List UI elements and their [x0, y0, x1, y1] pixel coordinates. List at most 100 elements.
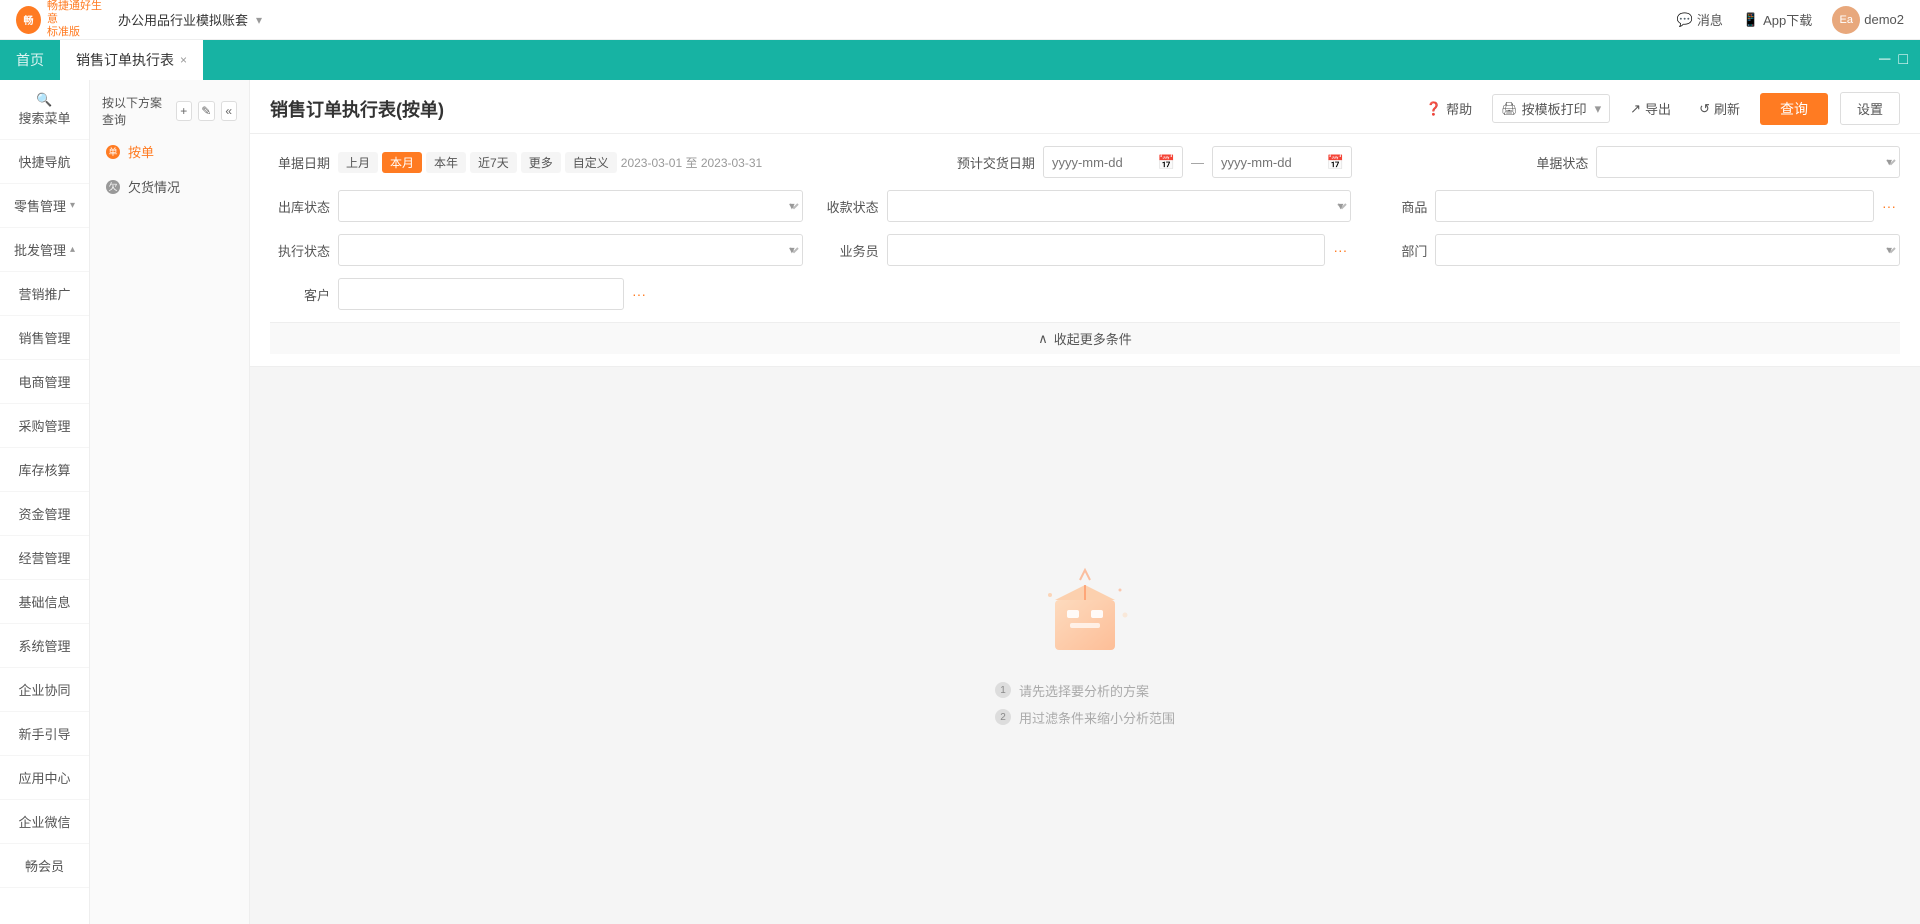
empty-tip-1: 1 请先选择要分析的方案: [995, 681, 1175, 700]
tip-num-1: 1: [995, 682, 1011, 698]
refresh-button[interactable]: ↺ 刷新: [1691, 95, 1748, 122]
search-button[interactable]: 查询: [1760, 93, 1828, 125]
tab-window-actions: ─ □: [1867, 51, 1920, 69]
filter-doc-date: 单据日期 上月 本月 本年 近7天 更多 自定义 2023-03-01 至 20…: [270, 152, 939, 173]
left-panel-header: 按以下方案查询 + ✎ «: [90, 88, 249, 134]
search-icon: 🔍: [36, 92, 52, 107]
logo-area: 畅 畅捷通好生意 标准版: [16, 0, 106, 39]
goods-control: ···: [1435, 190, 1900, 222]
collapse-panel-button[interactable]: «: [221, 101, 237, 121]
exec-status-control: [338, 234, 803, 266]
scheme-item-by-doc[interactable]: 单 按单: [90, 134, 249, 169]
date-tag-custom[interactable]: 自定义: [565, 152, 617, 173]
date-tag-cur[interactable]: 本月: [382, 152, 422, 173]
goods-ellipsis-button[interactable]: ···: [1878, 198, 1900, 214]
sidebar-item-basics[interactable]: 基础信息: [0, 580, 89, 624]
app-download-button[interactable]: 📱 App下载: [1743, 10, 1812, 29]
sidebar-item-purchase[interactable]: 采购管理: [0, 404, 89, 448]
avatar: Ea: [1832, 6, 1860, 34]
sidebar-item-retail[interactable]: 零售管理 ▾: [0, 184, 89, 228]
date-tag-more[interactable]: 更多: [521, 152, 561, 173]
inner-layout: 按以下方案查询 + ✎ « 单 按单 欠 欠货情况 销售订单执行表(按: [90, 80, 1920, 924]
add-scheme-button[interactable]: +: [176, 101, 192, 121]
filter-row-2: 出库状态 收款状态 商品: [270, 190, 1900, 222]
filter-customer: 客户 ···: [270, 278, 650, 310]
sidebar-item-member[interactable]: 畅会员: [0, 844, 89, 888]
sidebar: 🔍 搜索菜单 快捷导航 零售管理 ▾ 批发管理 ▴ 营销推广 销售管理 电商管理…: [0, 80, 90, 924]
filter-row-4: 客户 ···: [270, 278, 1900, 310]
empty-tip-2: 2 用过滤条件来缩小分析范围: [995, 708, 1175, 727]
sidebar-item-inventory[interactable]: 库存核算: [0, 448, 89, 492]
sidebar-item-collab[interactable]: 企业协同: [0, 668, 89, 712]
sidebar-item-wholesale[interactable]: 批发管理 ▴: [0, 228, 89, 272]
sidebar-item-finance[interactable]: 资金管理: [0, 492, 89, 536]
logo-icon: 畅: [16, 6, 41, 34]
sidebar-item-apps[interactable]: 应用中心: [0, 756, 89, 800]
filter-area: 单据日期 上月 本月 本年 近7天 更多 自定义 2023-03-01 至 20…: [250, 134, 1920, 367]
tip-num-2: 2: [995, 709, 1011, 725]
customer-input[interactable]: [338, 278, 624, 310]
main-layout: 🔍 搜索菜单 快捷导航 零售管理 ▾ 批发管理 ▴ 营销推广 销售管理 电商管理…: [0, 80, 1920, 924]
salesman-label: 业务员: [819, 241, 879, 260]
message-icon: 💬: [1677, 12, 1693, 28]
scheme-item-shortage[interactable]: 欠 欠货情况: [90, 169, 249, 204]
expected-date-label: 预计交货日期: [955, 153, 1035, 172]
date-tag-prev[interactable]: 上月: [338, 152, 378, 173]
filter-expected-date: 预计交货日期 📅 —: [955, 146, 1512, 178]
top-bar: 畅 畅捷通好生意 标准版 办公用品行业模拟账套 ▾ 💬 消息 📱 App下载 E…: [0, 0, 1920, 40]
collect-status-select[interactable]: [887, 190, 1352, 222]
user-menu-button[interactable]: Ea demo2: [1832, 6, 1904, 34]
top-right-actions: 💬 消息 📱 App下载 Ea demo2: [1677, 6, 1904, 34]
calendar-from-icon[interactable]: 📅: [1158, 154, 1175, 171]
date-tag-7days[interactable]: 近7天: [470, 152, 517, 173]
out-status-select[interactable]: [338, 190, 803, 222]
edit-scheme-button[interactable]: ✎: [198, 101, 214, 121]
exec-status-select[interactable]: [338, 234, 803, 266]
goods-input[interactable]: [1435, 190, 1874, 222]
salesman-ellipsis-button[interactable]: ···: [1329, 242, 1351, 258]
date-tag-year[interactable]: 本年: [426, 152, 466, 173]
sidebar-item-wechat[interactable]: 企业微信: [0, 800, 89, 844]
collect-status-control: [887, 190, 1352, 222]
setting-button[interactable]: 设置: [1840, 92, 1900, 125]
salesman-input[interactable]: [887, 234, 1326, 266]
salesman-control: ···: [887, 234, 1352, 266]
export-button[interactable]: ↗ 导出: [1622, 95, 1679, 122]
chevron-down-icon: ▾: [70, 200, 75, 211]
customer-ellipsis-button[interactable]: ···: [628, 286, 650, 302]
sidebar-item-management[interactable]: 经营管理: [0, 536, 89, 580]
sidebar-item-ecommerce[interactable]: 电商管理: [0, 360, 89, 404]
filter-out-status: 出库状态: [270, 190, 803, 222]
breadcrumb-dropdown-icon[interactable]: ▾: [256, 13, 262, 27]
help-icon: ❓: [1426, 101, 1442, 117]
tab-bar: 首页 销售订单执行表 × ─ □: [0, 40, 1920, 80]
minimize-icon[interactable]: ─: [1879, 51, 1890, 69]
sidebar-item-system[interactable]: 系统管理: [0, 624, 89, 668]
dept-control: [1435, 234, 1900, 266]
collapse-filters-button[interactable]: ∧ 收起更多条件: [270, 322, 1900, 354]
tab-sales-order-exec[interactable]: 销售订单执行表 ×: [60, 40, 203, 80]
filter-row-1: 单据日期 上月 本月 本年 近7天 更多 自定义 2023-03-01 至 20…: [270, 146, 1900, 178]
calendar-to-icon[interactable]: 📅: [1327, 154, 1344, 171]
tab-home[interactable]: 首页: [0, 40, 60, 80]
sidebar-item-sales[interactable]: 销售管理: [0, 316, 89, 360]
empty-state: 1 请先选择要分析的方案 2 用过滤条件来缩小分析范围: [250, 367, 1920, 924]
tab-close-icon[interactable]: ×: [180, 53, 187, 67]
sidebar-item-newcomer[interactable]: 新手引导: [0, 712, 89, 756]
collect-status-label: 收款状态: [819, 197, 879, 216]
exec-status-label: 执行状态: [270, 241, 330, 260]
sidebar-item-marketing[interactable]: 营销推广: [0, 272, 89, 316]
sidebar-item-quicknav[interactable]: 快捷导航: [0, 140, 89, 184]
breadcrumb-text: 办公用品行业模拟账套: [118, 10, 248, 29]
dept-select[interactable]: [1435, 234, 1900, 266]
doc-date-control: 上月 本月 本年 近7天 更多 自定义 2023-03-01 至 2023-03…: [338, 152, 939, 173]
print-button[interactable]: 🖨 按模板打印 ▾: [1492, 94, 1610, 123]
help-button[interactable]: ❓ 帮助: [1418, 95, 1480, 122]
sidebar-item-search[interactable]: 🔍 搜索菜单: [0, 80, 89, 140]
expected-date-range: 📅 — 📅: [1043, 146, 1512, 178]
maximize-icon[interactable]: □: [1898, 51, 1908, 69]
page-actions: ❓ 帮助 🖨 按模板打印 ▾ ↗ 导出 ↺: [1418, 92, 1900, 125]
message-button[interactable]: 💬 消息: [1677, 10, 1723, 29]
print-dropdown-icon: ▾: [1595, 101, 1602, 117]
doc-status-select[interactable]: [1596, 146, 1900, 178]
